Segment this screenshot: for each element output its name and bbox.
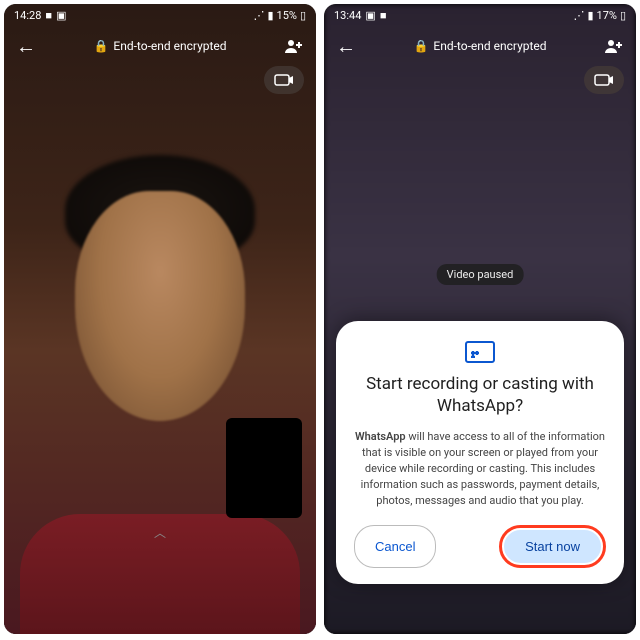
encryption-text: End-to-end encrypted	[113, 39, 226, 53]
lock-icon: 🔒	[413, 39, 428, 53]
app-indicator-icon: ▣	[365, 9, 375, 22]
signal-icon: ▮	[267, 9, 273, 22]
battery-icon: ▯	[620, 9, 626, 22]
cast-icon	[465, 341, 495, 363]
phone-right: 13:44 ▣ ■ ⋰ ▮ 17% ▯ ← 🔒 End-to-end encry…	[324, 4, 636, 634]
sheet-actions: Cancel Start now	[354, 525, 606, 568]
status-time: 14:28	[14, 9, 41, 22]
call-top-bar: ← 🔒 End-to-end encrypted	[324, 26, 636, 66]
phone-left: 14:28 ■ ▣ ⋰ ▮ 15% ▯ ← 🔒 End-to-end encry…	[4, 4, 316, 634]
flip-camera-pill[interactable]	[264, 66, 304, 94]
encryption-label: 🔒 End-to-end encrypted	[413, 39, 546, 53]
battery-text: 17%	[597, 9, 617, 22]
status-bar: 14:28 ■ ▣ ⋰ ▮ 15% ▯	[4, 4, 316, 26]
camera-indicator-icon: ■	[380, 9, 387, 22]
status-bar: 13:44 ▣ ■ ⋰ ▮ 17% ▯	[324, 4, 636, 26]
encryption-label: 🔒 End-to-end encrypted	[93, 39, 226, 53]
back-button[interactable]: ←	[16, 34, 36, 59]
back-button[interactable]: ←	[336, 34, 356, 59]
start-now-button[interactable]: Start now	[504, 530, 601, 563]
status-time: 13:44	[334, 9, 361, 22]
encryption-text: End-to-end encrypted	[433, 39, 546, 53]
app-indicator-icon: ▣	[56, 9, 66, 22]
lock-icon: 🔒	[93, 39, 108, 53]
add-participant-button[interactable]	[604, 38, 624, 54]
sheet-body: WhatsApp will have access to all of the …	[354, 429, 606, 509]
signal-icon: ▮	[587, 9, 593, 22]
battery-icon: ▯	[300, 9, 306, 22]
wifi-icon: ⋰	[573, 9, 584, 22]
video-spacer	[4, 66, 316, 536]
video-paused-badge: Video paused	[437, 264, 524, 285]
call-top-bar: ← 🔒 End-to-end encrypted	[4, 26, 316, 66]
sheet-body-appname: WhatsApp	[355, 430, 406, 443]
start-now-highlight: Start now	[499, 525, 606, 568]
self-preview[interactable]	[226, 418, 302, 518]
cancel-button[interactable]: Cancel	[354, 525, 436, 568]
wifi-icon: ⋰	[253, 9, 264, 22]
battery-text: 15%	[277, 9, 297, 22]
sheet-title: Start recording or casting with WhatsApp…	[354, 373, 606, 417]
expand-chevron-icon[interactable]: ︿	[4, 524, 316, 536]
add-participant-button[interactable]	[284, 38, 304, 54]
cast-permission-sheet: Start recording or casting with WhatsApp…	[336, 321, 624, 584]
flip-camera-pill[interactable]	[584, 66, 624, 94]
camera-indicator-icon: ■	[45, 9, 52, 22]
